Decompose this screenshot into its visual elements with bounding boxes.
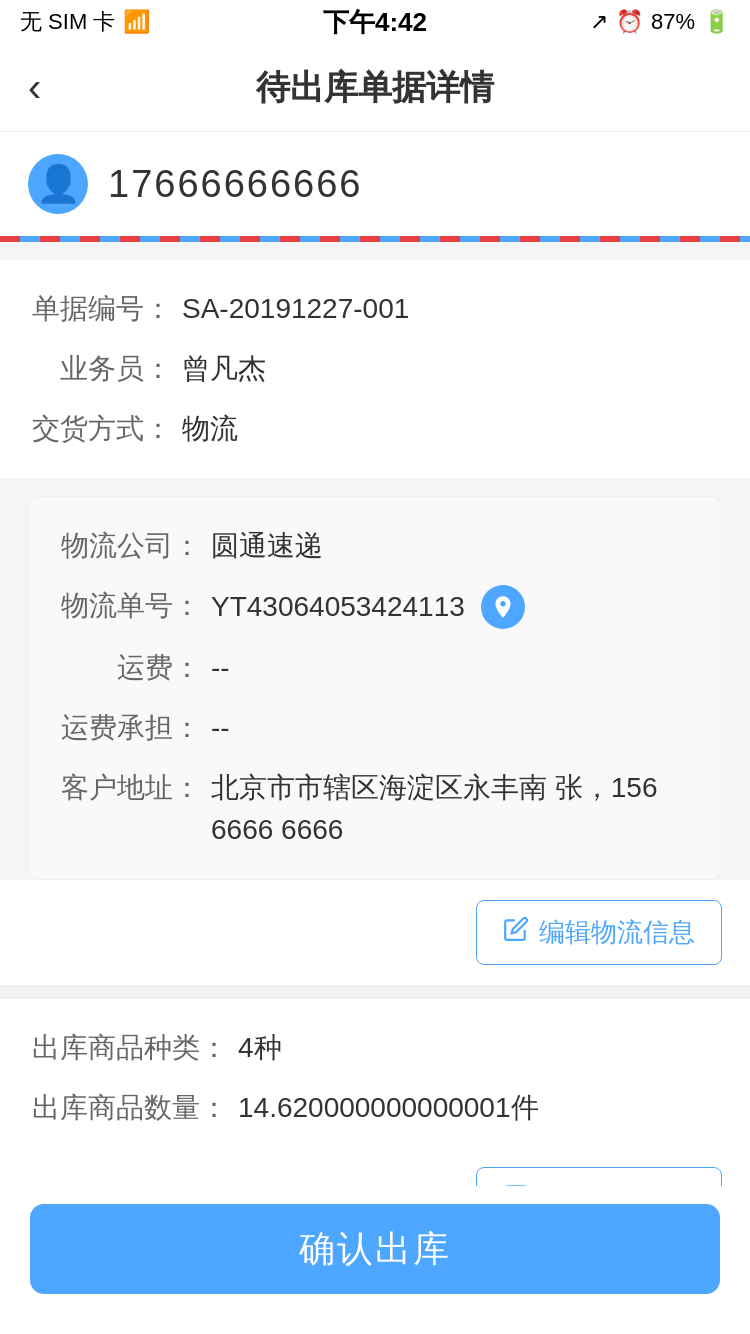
doc-no-value: SA-20191227-001 — [182, 288, 718, 330]
status-bar: 无 SIM 卡 📶 下午4:42 ↗ ⏰ 87% 🔋 — [0, 0, 750, 44]
salesman-row: 业务员： 曾凡杰 — [32, 348, 718, 390]
product-qty-value: 14.620000000000001件 — [238, 1087, 718, 1129]
edit-btn-wrapper: 编辑物流信息 — [0, 880, 750, 985]
location-icon: ↗ — [590, 9, 608, 35]
product-type-value: 4种 — [238, 1027, 718, 1069]
confirm-outbound-button[interactable]: 确认出库 — [30, 1204, 720, 1294]
edit-icon — [503, 916, 529, 949]
page-title: 待出库单据详情 — [256, 65, 494, 111]
delivery-label: 交货方式： — [32, 408, 172, 450]
edit-logistics-label: 编辑物流信息 — [539, 915, 695, 950]
back-button[interactable]: ‹ — [28, 65, 41, 110]
battery-icon: 🔋 — [703, 9, 730, 35]
address-row: 客户地址： 北京市市辖区海淀区永丰南 张，156 6666 6666 — [61, 767, 689, 851]
carrier-label: 无 SIM 卡 — [20, 7, 115, 37]
battery-label: 87% — [651, 9, 695, 35]
product-qty-row: 出库商品数量： 14.620000000000001件 — [32, 1087, 718, 1129]
tracking-row: 物流单号： YT43064053424113 — [61, 585, 689, 629]
product-section: 出库商品种类： 4种 出库商品数量： 14.620000000000001件 — [0, 999, 750, 1157]
delivery-value: 物流 — [182, 408, 718, 450]
product-qty-label: 出库商品数量： — [32, 1087, 228, 1129]
delivery-row: 交货方式： 物流 — [32, 408, 718, 450]
doc-no-row: 单据编号： SA-20191227-001 — [32, 288, 718, 330]
location-track-button[interactable] — [481, 585, 525, 629]
dashed-separator — [0, 236, 750, 242]
status-time: 下午4:42 — [323, 5, 427, 40]
address-value: 北京市市辖区海淀区永丰南 张，156 6666 6666 — [211, 767, 689, 851]
basic-info-section: 单据编号： SA-20191227-001 业务员： 曾凡杰 交货方式： 物流 — [0, 260, 750, 478]
customer-header: 👤 17666666666 — [0, 132, 750, 236]
address-label: 客户地址： — [61, 767, 201, 809]
tracking-value: YT43064053424113 — [211, 585, 689, 629]
freight-bearer-value: -- — [211, 707, 689, 749]
logistics-company-row: 物流公司： 圆通速递 — [61, 525, 689, 567]
salesman-label: 业务员： — [32, 348, 172, 390]
avatar: 👤 — [28, 154, 88, 214]
doc-no-label: 单据编号： — [32, 288, 172, 330]
bottom-button-wrapper: 确认出库 — [0, 1186, 750, 1334]
status-left: 无 SIM 卡 📶 — [20, 7, 150, 37]
freight-bearer-row: 运费承担： -- — [61, 707, 689, 749]
logistics-card: 物流公司： 圆通速递 物流单号： YT43064053424113 运费： -- — [28, 496, 722, 880]
freight-bearer-label: 运费承担： — [61, 707, 201, 749]
alarm-icon: ⏰ — [616, 9, 643, 35]
product-type-row: 出库商品种类： 4种 — [32, 1027, 718, 1069]
salesman-value: 曾凡杰 — [182, 348, 718, 390]
freight-value: -- — [211, 647, 689, 689]
tracking-number: YT43064053424113 — [211, 586, 465, 628]
logistics-company-label: 物流公司： — [61, 525, 201, 567]
wifi-icon: 📶 — [123, 9, 150, 35]
section-divider — [0, 985, 750, 999]
nav-bar: ‹ 待出库单据详情 — [0, 44, 750, 132]
freight-row: 运费： -- — [61, 647, 689, 689]
freight-label: 运费： — [61, 647, 201, 689]
product-type-label: 出库商品种类： — [32, 1027, 228, 1069]
status-right: ↗ ⏰ 87% 🔋 — [590, 9, 730, 35]
logistics-company-value: 圆通速递 — [211, 525, 689, 567]
person-icon: 👤 — [36, 163, 81, 205]
customer-phone: 17666666666 — [108, 163, 362, 206]
tracking-label: 物流单号： — [61, 585, 201, 627]
edit-logistics-button[interactable]: 编辑物流信息 — [476, 900, 722, 965]
location-pin-icon — [490, 594, 516, 620]
